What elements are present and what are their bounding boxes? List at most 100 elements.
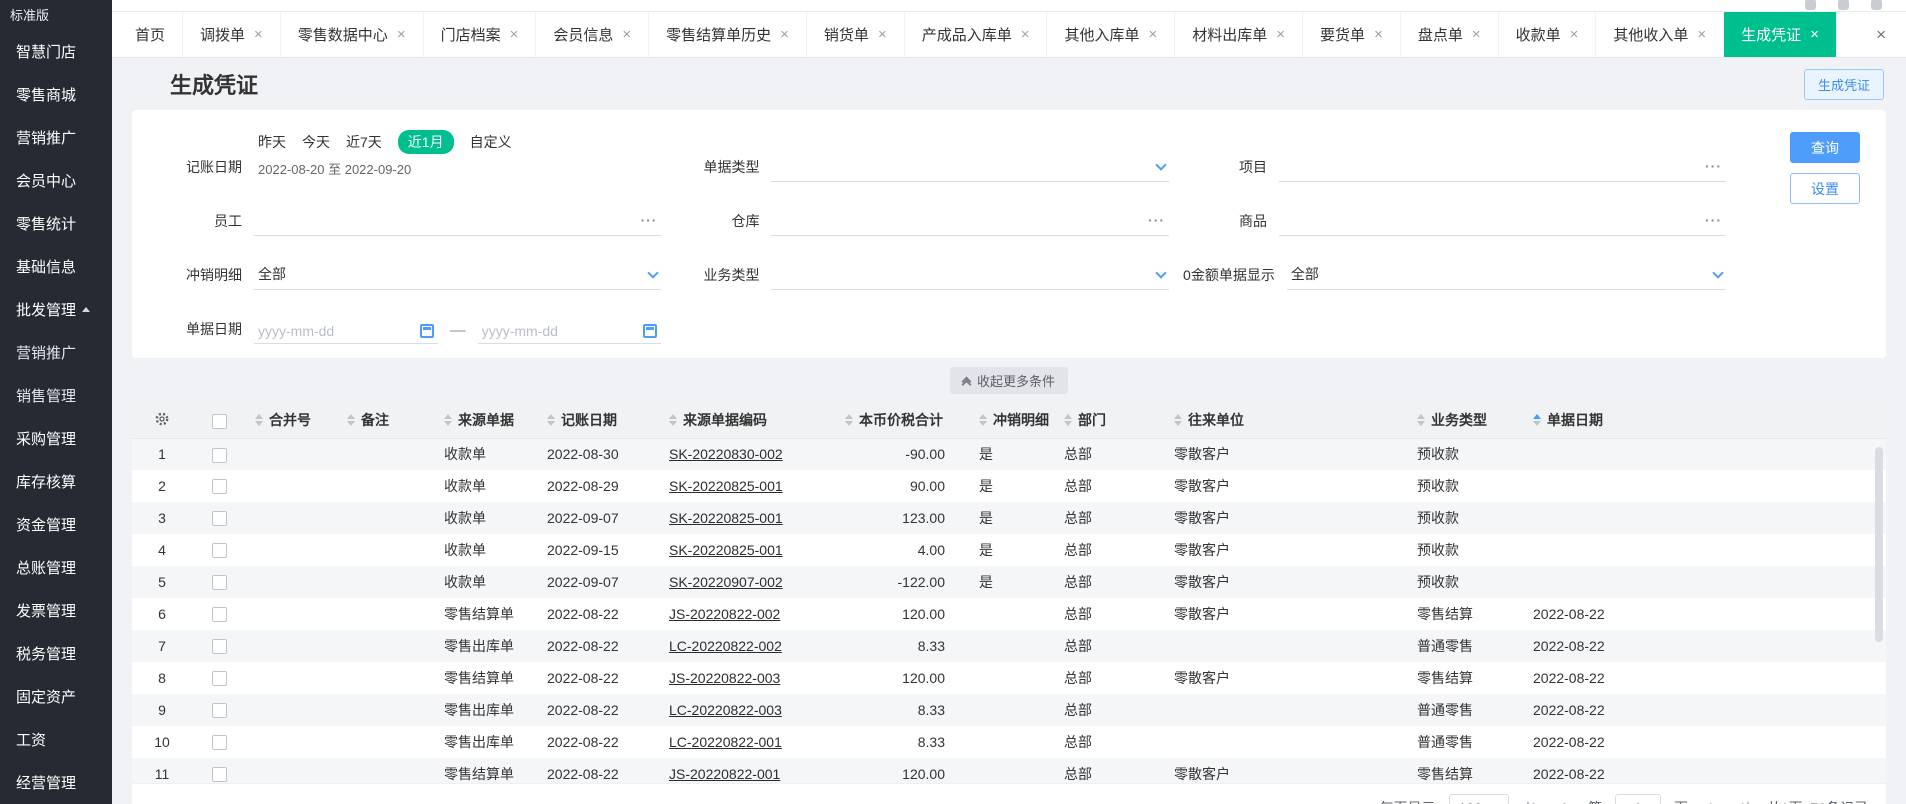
sort-icon[interactable]	[347, 414, 355, 427]
quick-option-近1月[interactable]: 近1月	[397, 130, 454, 154]
quick-option-昨天[interactable]: 昨天	[258, 132, 286, 152]
row-checkbox[interactable]	[212, 447, 227, 463]
tab-产成品入库单[interactable]: 产成品入库单 ×	[905, 12, 1048, 57]
source-doc-link[interactable]: JS-20220822-003	[669, 670, 780, 686]
column-header-本币价税合计[interactable]: 本币价税合计	[837, 403, 971, 439]
table-row[interactable]: 10 零售出库单 2022-08-22 LC-20220822-001 8.33 总部 普通…	[132, 726, 1886, 758]
zero-amount-select[interactable]: 全部	[1286, 263, 1726, 290]
settings-button[interactable]: 设置	[1790, 173, 1860, 204]
row-checkbox[interactable]	[212, 575, 227, 591]
sort-icon[interactable]	[1174, 414, 1182, 427]
row-checkbox[interactable]	[212, 767, 227, 783]
sidebar-item-税务管理[interactable]: 税务管理	[0, 632, 112, 675]
doc-date-from-input[interactable]	[258, 323, 368, 339]
row-checkbox[interactable]	[212, 735, 227, 751]
first-page-button[interactable]	[1522, 799, 1542, 804]
tab-首页[interactable]: 首页	[118, 12, 184, 57]
table-row[interactable]: 1 收款单 2022-08-30 SK-20220830-002 -90.00 是 总部 零散…	[132, 438, 1886, 470]
sidebar-item-经营管理[interactable]: 经营管理	[0, 761, 112, 804]
vertical-scrollbar[interactable]	[1875, 447, 1883, 642]
quick-option-今天[interactable]: 今天	[302, 132, 330, 152]
sidebar-item-资金管理[interactable]: 资金管理	[0, 503, 112, 546]
user-avatar-icon[interactable]	[1871, 0, 1882, 10]
next-page-button[interactable]	[1701, 799, 1721, 804]
doc-type-select[interactable]	[771, 155, 1170, 182]
tab-其他收入单[interactable]: 其他收入单 ×	[1596, 12, 1725, 57]
sidebar-item-智慧门店[interactable]: 智慧门店	[0, 30, 112, 73]
tab-调拨单[interactable]: 调拨单 ×	[183, 12, 281, 57]
table-row[interactable]: 2 收款单 2022-08-29 SK-20220825-001 90.00 是 总部 零散客…	[132, 470, 1886, 502]
column-header-备注[interactable]: 备注	[339, 403, 436, 439]
business-type-select[interactable]	[771, 263, 1170, 290]
column-header-记账日期[interactable]: 记账日期	[539, 403, 661, 439]
select-all-checkbox[interactable]	[212, 413, 227, 429]
tab-零售结算单历史[interactable]: 零售结算单历史 ×	[649, 12, 807, 57]
sidebar-item-零售统计[interactable]: 零售统计	[0, 202, 112, 245]
table-row[interactable]: 11 零售结算单 2022-08-22 JS-20220822-001 120.00 总部…	[132, 758, 1886, 783]
source-doc-link[interactable]: SK-20220825-001	[669, 478, 783, 494]
tab-生成凭证[interactable]: 生成凭证 ×	[1724, 12, 1837, 57]
goods-picker[interactable]: ···	[1279, 209, 1726, 236]
sort-icon[interactable]	[444, 414, 452, 427]
search-button[interactable]: 查询	[1790, 132, 1860, 163]
table-row[interactable]: 4 收款单 2022-09-15 SK-20220825-001 4.00 是 总部 零散客户…	[132, 534, 1886, 566]
calendar-icon[interactable]	[419, 324, 434, 338]
close-tab-icon[interactable]: ×	[397, 27, 406, 42]
sort-icon[interactable]	[669, 414, 677, 427]
sort-icon[interactable]	[1533, 414, 1541, 427]
help-icon[interactable]	[1838, 0, 1849, 10]
doc-date-to[interactable]	[477, 323, 662, 344]
tab-其他入库单[interactable]: 其他入库单 ×	[1047, 12, 1176, 57]
tab-要货单[interactable]: 要货单 ×	[1303, 12, 1401, 57]
close-tab-icon[interactable]: ×	[1697, 27, 1706, 42]
sort-icon[interactable]	[1417, 414, 1425, 427]
close-tab-icon[interactable]: ×	[878, 27, 887, 42]
source-doc-link[interactable]: LC-20220822-001	[669, 734, 782, 750]
per-page-select[interactable]: 100	[1448, 793, 1509, 804]
sidebar-item-批发管理[interactable]: 批发管理	[0, 288, 112, 331]
sort-icon[interactable]	[255, 414, 263, 427]
source-doc-link[interactable]: JS-20220822-002	[669, 606, 780, 622]
table-row[interactable]: 8 零售结算单 2022-08-22 JS-20220822-003 120.00 总部 零…	[132, 662, 1886, 694]
project-picker[interactable]: ···	[1279, 155, 1726, 182]
source-doc-link[interactable]: SK-20220907-002	[669, 574, 783, 590]
tab-会员信息[interactable]: 会员信息 ×	[536, 12, 650, 57]
close-tab-icon[interactable]: ×	[254, 27, 263, 42]
column-settings-header[interactable]	[132, 403, 192, 439]
column-header-部门[interactable]: 部门	[1056, 403, 1166, 439]
close-tab-icon[interactable]: ×	[1149, 27, 1158, 42]
bell-icon[interactable]	[1805, 0, 1816, 10]
sidebar-item-库存核算[interactable]: 库存核算	[0, 460, 112, 503]
warehouse-picker[interactable]: ···	[771, 209, 1170, 236]
row-checkbox[interactable]	[212, 671, 227, 687]
table-row[interactable]: 9 零售出库单 2022-08-22 LC-20220822-003 8.33 总部 普通零…	[132, 694, 1886, 726]
page-number-input[interactable]	[1614, 793, 1661, 804]
doc-date-to-input[interactable]	[481, 323, 592, 339]
column-header-单据日期[interactable]: 单据日期	[1525, 403, 1886, 439]
close-tab-icon[interactable]: ×	[510, 27, 519, 42]
source-doc-link[interactable]: JS-20220822-001	[669, 766, 780, 782]
row-checkbox[interactable]	[212, 543, 227, 559]
close-tab-icon[interactable]: ×	[1570, 27, 1579, 42]
tab-材料出库单[interactable]: 材料出库单 ×	[1175, 12, 1304, 57]
tab-零售数据中心[interactable]: 零售数据中心 ×	[281, 12, 424, 57]
sidebar-item-工资[interactable]: 工资	[0, 718, 112, 761]
doc-date-from[interactable]	[254, 323, 438, 344]
close-tab-icon[interactable]: ×	[1021, 27, 1030, 42]
source-doc-link[interactable]: LC-20220822-003	[669, 702, 782, 718]
prev-page-button[interactable]	[1555, 799, 1575, 804]
collapse-filters-button[interactable]: 收起更多条件	[949, 367, 1068, 394]
sidebar-item-会员中心[interactable]: 会员中心	[0, 159, 112, 202]
source-doc-link[interactable]: SK-20220830-002	[669, 446, 783, 462]
sidebar-item-零售商城[interactable]: 零售商城	[0, 73, 112, 116]
source-doc-link[interactable]: SK-20220825-001	[669, 510, 783, 526]
sidebar-item-采购管理[interactable]: 采购管理	[0, 417, 112, 460]
tab-销货单[interactable]: 销货单 ×	[807, 12, 905, 57]
sidebar-item-营销推广[interactable]: 营销推广	[0, 116, 112, 159]
close-tab-icon[interactable]: ×	[1472, 27, 1481, 42]
sidebar-item-发票管理[interactable]: 发票管理	[0, 589, 112, 632]
column-header-合并号[interactable]: 合并号	[247, 403, 339, 439]
column-header-往来单位[interactable]: 往来单位	[1166, 403, 1409, 439]
column-header-业务类型[interactable]: 业务类型	[1409, 403, 1525, 439]
employee-picker[interactable]: ···	[254, 209, 662, 236]
